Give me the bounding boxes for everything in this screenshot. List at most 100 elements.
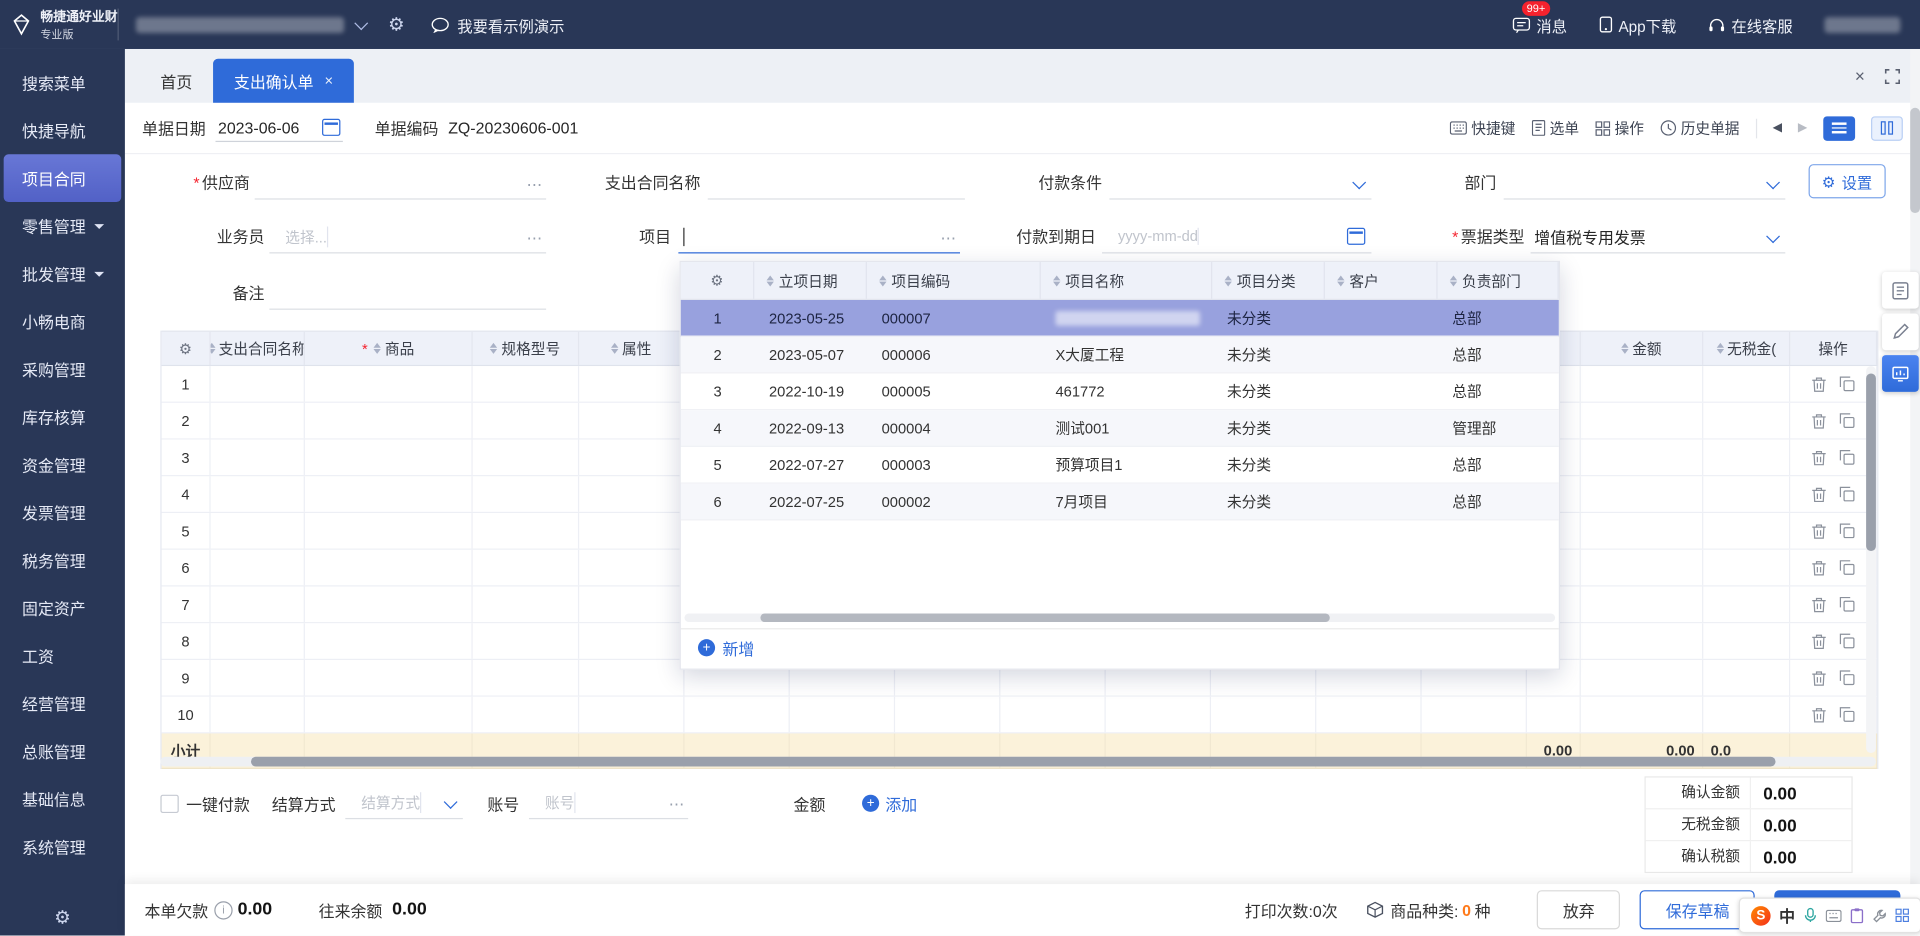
cell[interactable] [211,660,305,696]
copy-row-icon[interactable] [1839,449,1855,465]
cell[interactable] [1527,696,1581,733]
settlement-select[interactable]: 结算方式 [345,787,463,820]
popup-col-customer[interactable]: 客户 [1325,262,1438,299]
delete-row-icon[interactable] [1811,522,1827,539]
cell[interactable] [579,513,685,549]
contract-name-input[interactable] [707,167,965,200]
sidebar-item[interactable]: 资金管理 [0,441,125,489]
sidebar-item[interactable]: 基础信息 [0,775,125,823]
project-input[interactable]: ⋯ [678,220,960,254]
cell-amount[interactable] [1581,402,1704,439]
cell[interactable] [579,366,685,402]
history-button[interactable]: 历史单据 [1660,118,1740,139]
sidebar-item[interactable]: 零售管理 [0,202,125,250]
copy-row-icon[interactable] [1839,523,1855,539]
clipboard-icon[interactable] [1850,907,1864,924]
cell[interactable] [579,476,685,512]
scrollbar-thumb[interactable] [760,613,1330,623]
tab-home[interactable]: 首页 [140,59,213,103]
messages-button[interactable]: 99+ 消息 [1512,0,1567,36]
cell[interactable] [790,696,896,733]
cell-amount[interactable] [1581,696,1704,733]
grid-col-product[interactable]: 商品 [305,331,473,365]
sidebar-item[interactable]: 批发管理 [0,250,125,298]
delete-row-icon[interactable] [1811,559,1827,576]
copy-row-icon[interactable] [1839,486,1855,502]
remark-input[interactable] [269,277,547,310]
copy-row-icon[interactable] [1839,707,1855,723]
delete-row-icon[interactable] [1811,596,1827,613]
cell[interactable] [1422,696,1527,733]
grid-col-contract[interactable]: 支出合同名称 [210,331,305,365]
grid-vertical-scrollbar[interactable] [1866,366,1876,754]
company-selector[interactable] [135,15,369,33]
cell[interactable] [579,439,685,476]
delete-row-icon[interactable] [1811,486,1827,503]
delete-row-icon[interactable] [1811,375,1827,392]
row-number[interactable]: 10 [162,696,211,733]
tab-expense-confirmation[interactable]: 支出确认单 × [213,58,354,103]
sidebar-item[interactable]: 经营管理 [0,680,125,728]
cell-notax[interactable] [1703,586,1791,623]
grid-horizontal-scrollbar[interactable] [160,756,1876,767]
list-view-toggle[interactable] [1823,115,1856,141]
cell[interactable] [305,513,473,549]
info-icon[interactable] [214,900,233,919]
delete-row-icon[interactable] [1811,669,1827,686]
next-doc-icon[interactable]: ▶ [1798,121,1807,134]
copy-row-icon[interactable] [1839,633,1855,649]
cell[interactable] [1316,696,1422,733]
sidebar-item[interactable]: 税务管理 [0,536,125,584]
cell[interactable] [211,696,305,733]
row-number[interactable]: 7 [162,586,211,623]
cell-notax[interactable] [1703,660,1791,696]
cell[interactable] [473,476,580,512]
column-view-toggle[interactable] [1871,115,1903,141]
grid-col-amount[interactable]: 金额 [1581,331,1704,365]
cell[interactable] [473,366,580,402]
gear-icon[interactable]: ⚙ [388,13,404,35]
cell[interactable] [211,623,305,659]
ime-language[interactable]: 中 [1779,904,1795,927]
grid-col-notax[interactable]: 无税金( [1703,331,1791,365]
cell-notax[interactable] [1703,366,1791,402]
cell-amount[interactable] [1581,366,1704,402]
app-download-button[interactable]: App下载 [1599,13,1676,36]
popup-col-dept[interactable]: 负责部门 [1438,262,1559,299]
popup-col-category[interactable]: 项目分类 [1212,262,1325,299]
project-row[interactable]: 3 2022-10-19 000005 461772 未分类 总部 [680,373,1559,411]
grid-icon[interactable] [1895,908,1909,923]
cell[interactable] [473,696,580,733]
float-doc-button[interactable] [1882,271,1919,309]
cell-amount[interactable] [1581,623,1704,659]
cell[interactable] [473,623,580,659]
cell[interactable] [305,586,473,623]
cell[interactable] [473,513,580,549]
copy-row-icon[interactable] [1839,670,1855,686]
department-select[interactable] [1503,167,1786,200]
settings-button[interactable]: ⚙ 设置 [1808,164,1886,199]
lookup-ellipsis-icon[interactable]: ⋯ [527,175,543,195]
copy-row-icon[interactable] [1839,560,1855,576]
due-date-input[interactable]: yyyy-mm-dd [1102,220,1372,254]
float-pen-button[interactable] [1882,313,1919,351]
scrollbar-thumb[interactable] [251,756,1776,767]
cell[interactable] [211,513,305,549]
sidebar-item[interactable]: 库存核算 [0,393,125,441]
cell[interactable] [211,476,305,512]
cancel-button[interactable]: 放弃 [1537,890,1621,930]
project-row[interactable]: 2 2023-05-07 000006 X大厦工程 未分类 总部 [680,336,1559,374]
cell-notax[interactable] [1703,549,1791,586]
cell[interactable] [579,549,685,586]
operate-button[interactable]: 操作 [1594,118,1644,139]
lookup-ellipsis-icon[interactable]: ⋯ [669,795,685,815]
sidebar-settings-gear-icon[interactable]: ⚙ [0,906,125,928]
cell[interactable] [305,366,473,402]
one-click-pay-checkbox[interactable] [160,794,179,813]
calendar-icon[interactable] [322,118,341,136]
popup-add-new-button[interactable]: + 新增 [680,628,1559,666]
shortcut-keys-button[interactable]: 快捷键 [1449,118,1515,139]
gear-icon[interactable]: ⚙ [710,272,723,289]
sidebar-item[interactable]: 搜索菜单 [0,59,125,107]
cell[interactable] [305,439,473,476]
